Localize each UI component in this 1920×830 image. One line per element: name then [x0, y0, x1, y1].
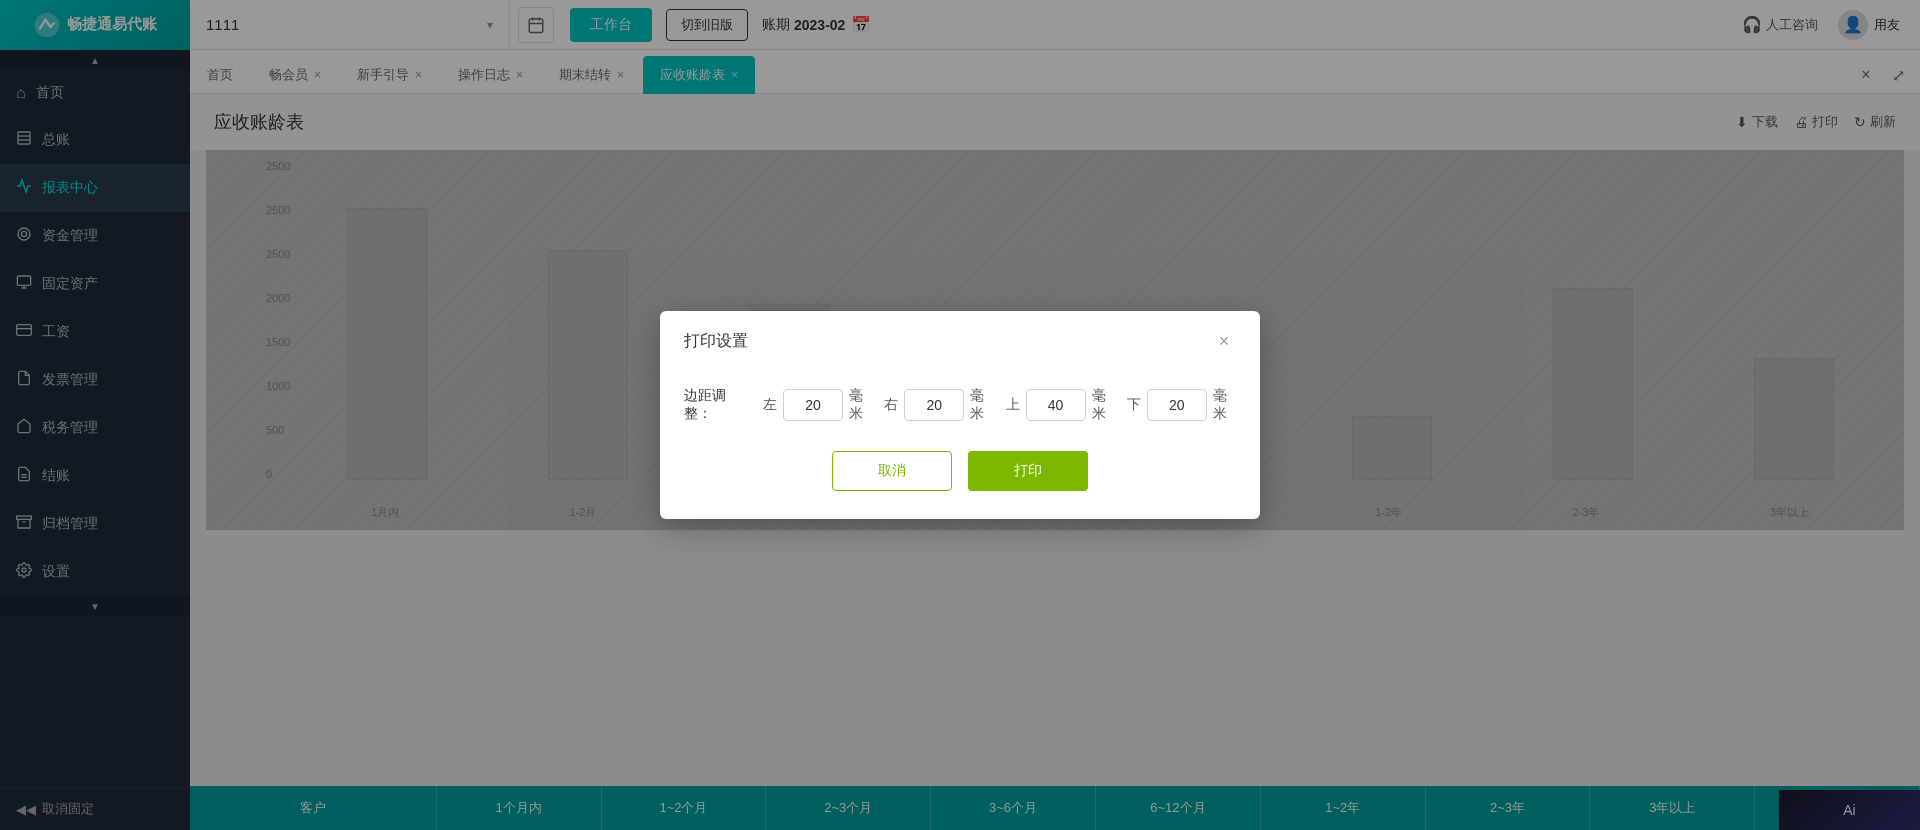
cancel-button[interactable]: 取消 — [832, 451, 952, 491]
top-unit: 毫米 — [1092, 387, 1115, 423]
margin-top-group: 上 毫米 — [1006, 387, 1115, 423]
modal-overlay[interactable]: 打印设置 × 边距调整： 左 毫米 右 毫米 上 毫米 — [0, 0, 1920, 830]
bottom-unit: 毫米 — [1213, 387, 1236, 423]
modal-close-button[interactable]: × — [1212, 329, 1236, 353]
bottom-margin-input[interactable] — [1147, 389, 1207, 421]
right-unit: 毫米 — [970, 387, 993, 423]
bottom-label: 下 — [1127, 396, 1141, 414]
margin-right-group: 右 毫米 — [884, 387, 993, 423]
top-margin-input[interactable] — [1026, 389, 1086, 421]
margin-adjustment-label: 边距调整： — [684, 387, 751, 423]
modal-body: 边距调整： 左 毫米 右 毫米 上 毫米 下 — [660, 367, 1260, 451]
modal-footer: 取消 打印 — [660, 451, 1260, 519]
modal-header: 打印设置 × — [660, 311, 1260, 367]
left-margin-input[interactable] — [783, 389, 843, 421]
margin-left-group: 左 毫米 — [763, 387, 872, 423]
confirm-print-button[interactable]: 打印 — [968, 451, 1088, 491]
margin-row: 边距调整： 左 毫米 右 毫米 上 毫米 下 — [684, 387, 1236, 423]
left-unit: 毫米 — [849, 387, 872, 423]
margin-bottom-group: 下 毫米 — [1127, 387, 1236, 423]
print-settings-dialog: 打印设置 × 边距调整： 左 毫米 右 毫米 上 毫米 — [660, 311, 1260, 519]
left-label: 左 — [763, 396, 777, 414]
top-label: 上 — [1006, 396, 1020, 414]
right-label: 右 — [884, 396, 898, 414]
modal-title: 打印设置 — [684, 331, 748, 352]
right-margin-input[interactable] — [904, 389, 964, 421]
